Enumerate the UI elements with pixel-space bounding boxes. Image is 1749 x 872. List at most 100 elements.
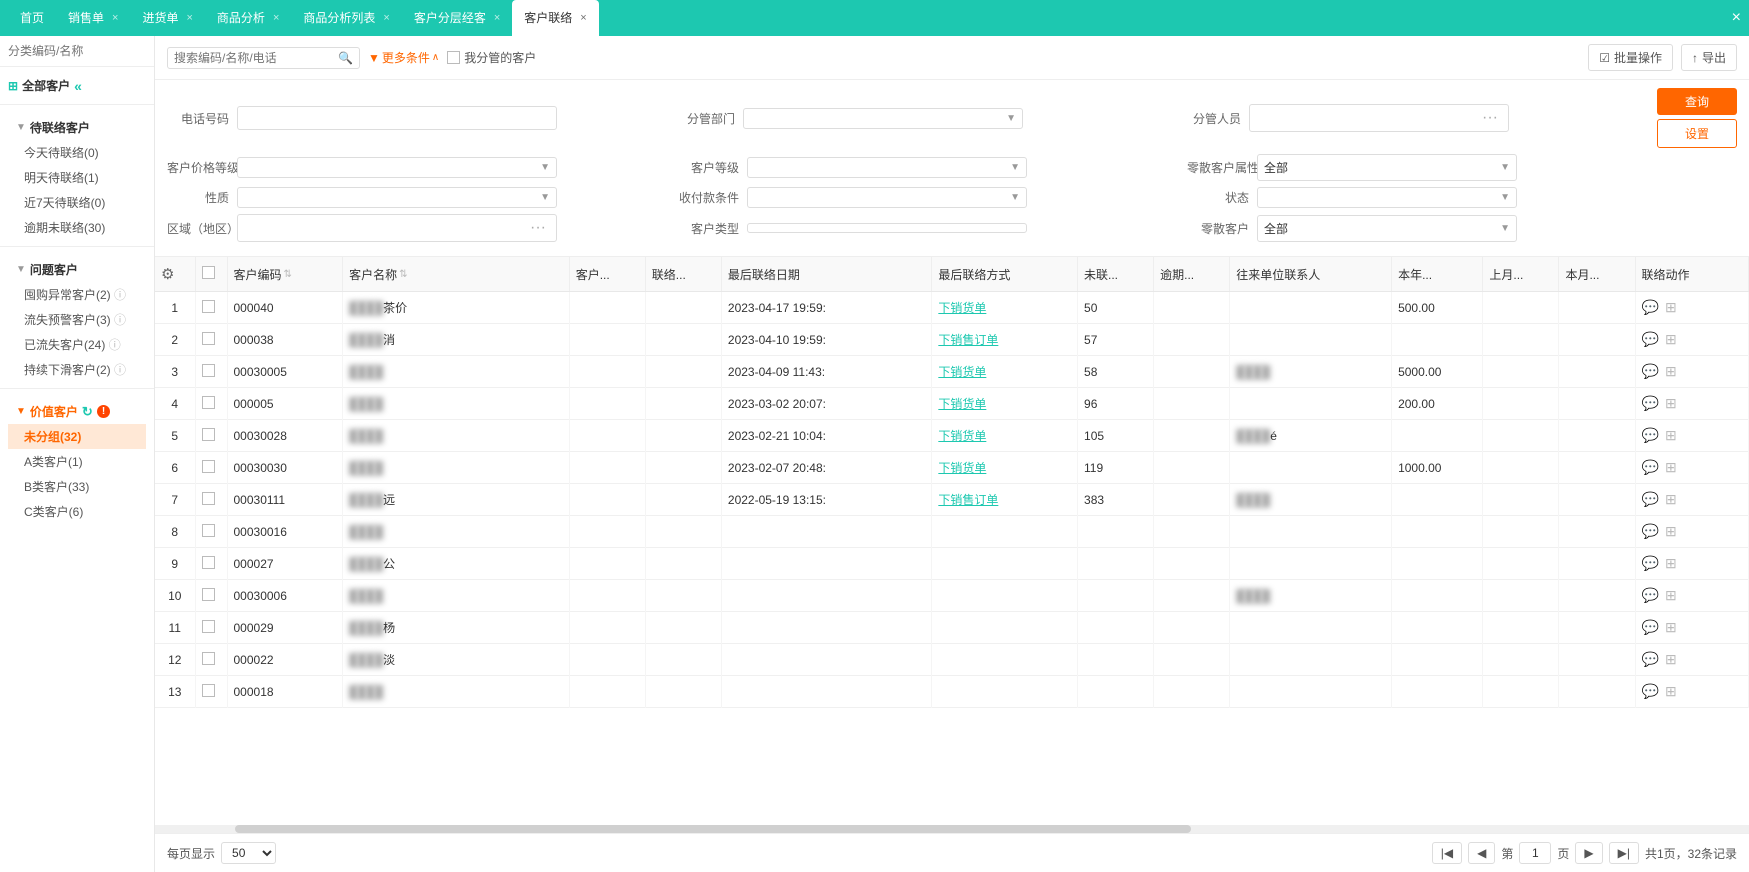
grid-action-icon[interactable]: ⊞: [1665, 587, 1677, 604]
row-checkbox[interactable]: [202, 396, 215, 409]
last-method-link[interactable]: 下销货单: [938, 365, 986, 379]
grid-action-icon[interactable]: ⊞: [1665, 491, 1677, 508]
last-method-link[interactable]: 下销货单: [938, 397, 986, 411]
close-goods-analysis-tab[interactable]: ×: [273, 0, 279, 36]
message-icon[interactable]: 💬: [1642, 651, 1659, 668]
row-checkbox[interactable]: [202, 492, 215, 505]
payment-select[interactable]: ▼: [747, 187, 1027, 208]
grid-action-icon[interactable]: ⊞: [1665, 555, 1677, 572]
sort-code-icon[interactable]: ⇅: [284, 269, 292, 280]
message-icon[interactable]: 💬: [1642, 587, 1659, 604]
last-method-link[interactable]: 下销货单: [938, 301, 986, 315]
tab-purchase[interactable]: 进货单 ×: [130, 0, 204, 36]
last-method-link[interactable]: 下销货单: [938, 461, 986, 475]
close-sales-tab[interactable]: ×: [112, 0, 118, 36]
message-icon[interactable]: 💬: [1642, 363, 1659, 380]
message-icon[interactable]: 💬: [1642, 491, 1659, 508]
message-icon[interactable]: 💬: [1642, 523, 1659, 540]
sidebar-item-class-b[interactable]: B类客户(33): [8, 474, 146, 499]
message-icon[interactable]: 💬: [1642, 331, 1659, 348]
row-checkbox[interactable]: [202, 620, 215, 633]
nature-select[interactable]: ▼: [237, 187, 557, 208]
close-all-button[interactable]: ×: [1732, 9, 1741, 27]
row-checkbox[interactable]: [202, 460, 215, 473]
sort-name-icon[interactable]: ⇅: [399, 269, 407, 280]
row-checkbox[interactable]: [202, 556, 215, 569]
grid-action-icon[interactable]: ⊞: [1665, 651, 1677, 668]
row-checkbox[interactable]: [202, 588, 215, 601]
last-method-link[interactable]: 下销售订单: [938, 333, 998, 347]
grid-action-icon[interactable]: ⊞: [1665, 683, 1677, 700]
sidebar-item-churn-warning[interactable]: 流失预警客户(3) ⓘ: [8, 307, 146, 332]
grid-action-icon[interactable]: ⊞: [1665, 523, 1677, 540]
row-checkbox[interactable]: [202, 684, 215, 697]
sidebar-item-7day-pending[interactable]: 近7天待联络(0): [8, 190, 146, 215]
grid-action-icon[interactable]: ⊞: [1665, 363, 1677, 380]
close-customer-contact-tab[interactable]: ×: [580, 0, 586, 36]
all-customers-header[interactable]: ⊞ 全部客户 «: [8, 73, 146, 98]
row-checkbox[interactable]: [202, 364, 215, 377]
tab-sales[interactable]: 销售单 ×: [56, 0, 130, 36]
export-button[interactable]: ↑ 导出: [1681, 44, 1737, 71]
row-checkbox[interactable]: [202, 652, 215, 665]
pending-contact-header[interactable]: ▼ 待联络客户: [8, 115, 146, 140]
search-input[interactable]: [174, 51, 334, 65]
message-icon[interactable]: 💬: [1642, 427, 1659, 444]
sidebar-item-hoarding-abnormal[interactable]: 囤购异常客户(2) ⓘ: [8, 282, 146, 307]
message-icon[interactable]: 💬: [1642, 395, 1659, 412]
grid-action-icon[interactable]: ⊞: [1665, 331, 1677, 348]
row-checkbox[interactable]: [202, 332, 215, 345]
last-page-button[interactable]: ▶|: [1609, 842, 1639, 864]
message-icon[interactable]: 💬: [1642, 683, 1659, 700]
region-dots-icon[interactable]: ···: [526, 219, 550, 237]
sidebar-search-input[interactable]: [8, 44, 155, 58]
grid-action-icon[interactable]: ⊞: [1665, 299, 1677, 316]
phone-input[interactable]: [237, 106, 557, 130]
retail-attr-select[interactable]: 全部 ▼: [1257, 154, 1517, 181]
per-page-select[interactable]: 50 100: [221, 842, 276, 864]
message-icon[interactable]: 💬: [1642, 459, 1659, 476]
grid-action-icon[interactable]: ⊞: [1665, 395, 1677, 412]
prev-page-button[interactable]: ◀: [1468, 842, 1495, 864]
select-all-checkbox[interactable]: [202, 266, 215, 279]
more-conditions-btn[interactable]: ▼ 更多条件 ∧: [368, 49, 439, 66]
last-method-link[interactable]: 下销货单: [938, 429, 986, 443]
grid-action-icon[interactable]: ⊞: [1665, 427, 1677, 444]
close-purchase-tab[interactable]: ×: [186, 0, 192, 36]
problem-customers-header[interactable]: ▼ 问题客户: [8, 257, 146, 282]
message-icon[interactable]: 💬: [1642, 619, 1659, 636]
sidebar-item-today-pending[interactable]: 今天待联络(0): [8, 140, 146, 165]
tab-customer-segment[interactable]: 客户分层经客 ×: [402, 0, 512, 36]
tab-goods-analysis[interactable]: 商品分析 ×: [205, 0, 291, 36]
message-icon[interactable]: 💬: [1642, 299, 1659, 316]
last-method-link[interactable]: 下销售订单: [938, 493, 998, 507]
sidebar-item-declining[interactable]: 持续下滑客户(2) ⓘ: [8, 357, 146, 382]
tab-home[interactable]: 首页: [8, 0, 56, 36]
reset-button[interactable]: 设置: [1657, 119, 1737, 148]
price-level-select[interactable]: ▼: [237, 157, 557, 178]
sidebar-item-class-a[interactable]: A类客户(1): [8, 449, 146, 474]
customer-type-select[interactable]: [747, 223, 1027, 233]
status-select[interactable]: ▼: [1257, 187, 1517, 208]
batch-ops-button[interactable]: ☑ 批量操作: [1588, 44, 1673, 71]
message-icon[interactable]: 💬: [1642, 555, 1659, 572]
page-number-input[interactable]: [1519, 842, 1551, 864]
my-customers-toggle[interactable]: 我分管的客户: [447, 49, 536, 66]
next-page-button[interactable]: ▶: [1575, 842, 1602, 864]
row-checkbox[interactable]: [202, 524, 215, 537]
row-checkbox[interactable]: [202, 428, 215, 441]
value-customers-header[interactable]: ▼ 价值客户 ↻ !: [8, 399, 146, 424]
tab-goods-analysis-list[interactable]: 商品分析列表 ×: [291, 0, 401, 36]
sidebar-item-overdue-pending[interactable]: 逾期未联络(30): [8, 215, 146, 240]
grid-action-icon[interactable]: ⊞: [1665, 459, 1677, 476]
grid-action-icon[interactable]: ⊞: [1665, 619, 1677, 636]
query-button[interactable]: 查询: [1657, 88, 1737, 115]
search-icon[interactable]: 🔍: [338, 51, 353, 65]
manager-select[interactable]: ···: [1249, 104, 1509, 132]
customer-level-select[interactable]: ▼: [747, 157, 1027, 178]
sidebar-item-tomorrow-pending[interactable]: 明天待联络(1): [8, 165, 146, 190]
region-select[interactable]: ···: [237, 214, 557, 242]
manager-dots-icon[interactable]: ···: [1478, 109, 1502, 127]
close-goods-analysis-list-tab[interactable]: ×: [383, 0, 389, 36]
sidebar-item-churned[interactable]: 已流失客户(24) ⓘ: [8, 332, 146, 357]
